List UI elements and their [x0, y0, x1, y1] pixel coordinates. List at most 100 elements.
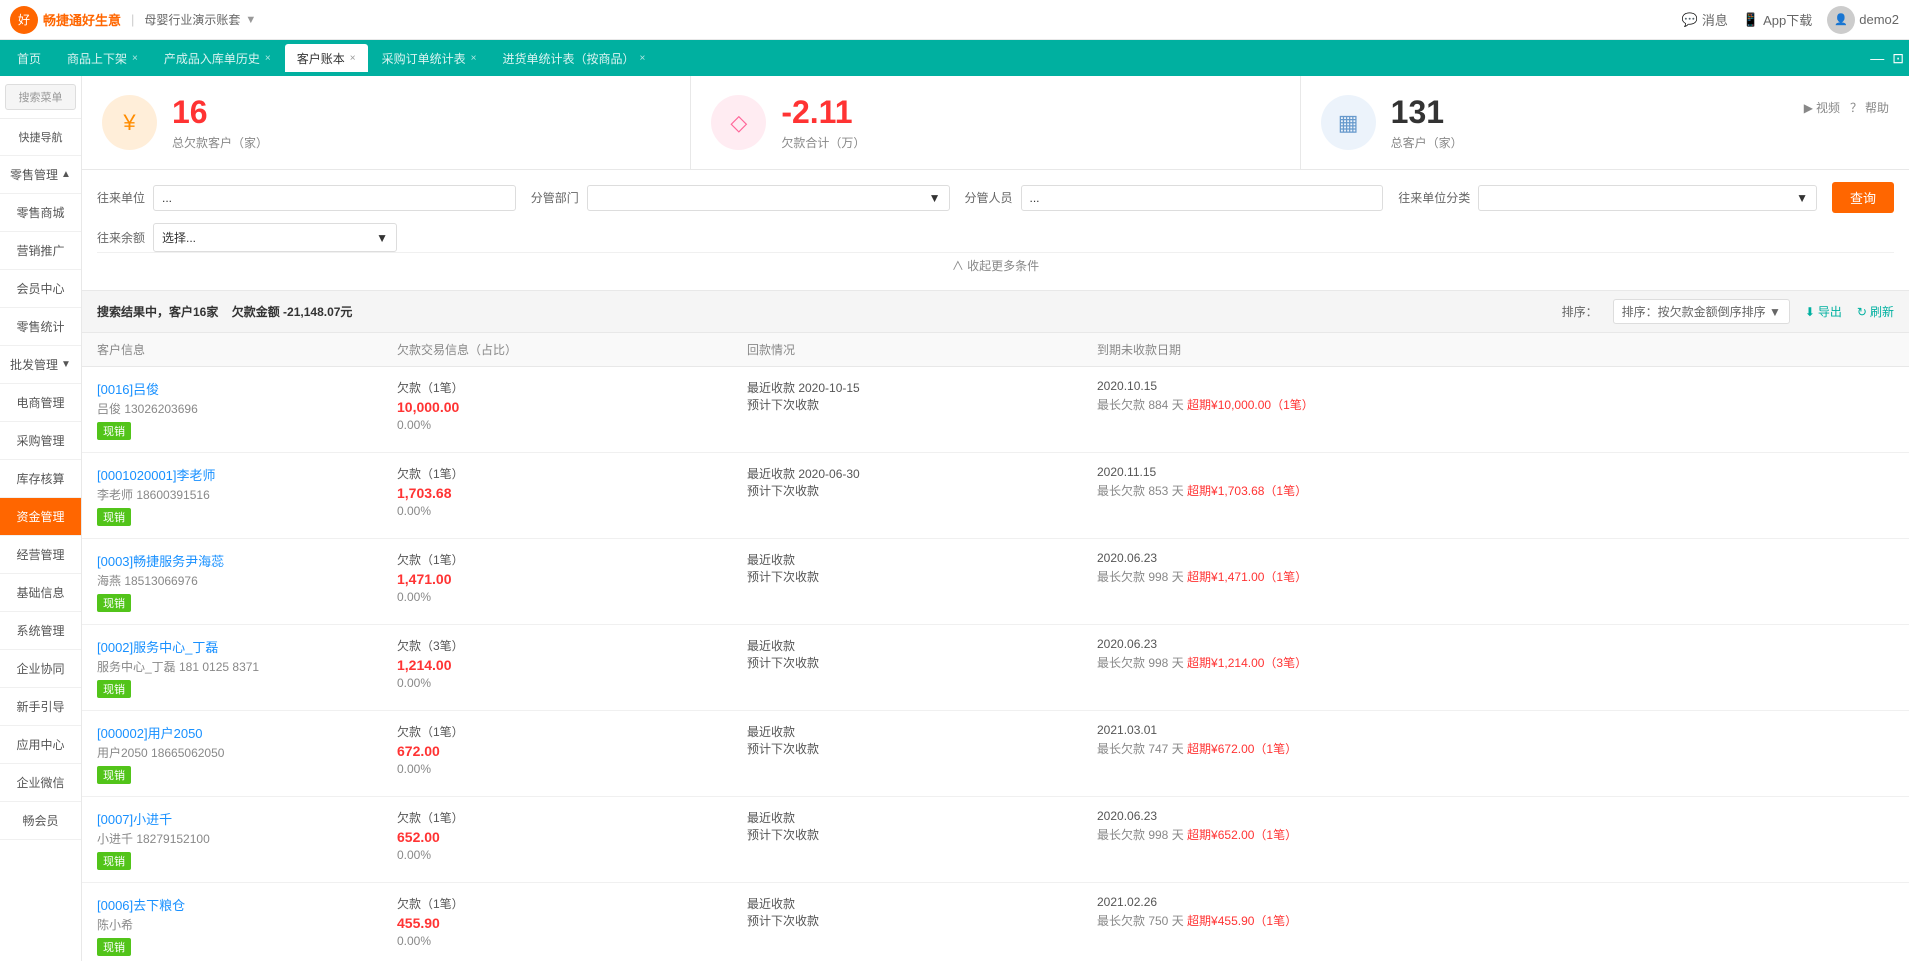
return-next-5: 预计下次收款 [747, 826, 1097, 843]
overdue-link-5[interactable]: 超期¥652.00（1笔） [1187, 828, 1297, 842]
logo-icon: 好 [10, 6, 38, 34]
tab-production-close[interactable]: × [265, 53, 271, 64]
sidebar-item-batch-mgmt[interactable]: 批发管理 ▼ [0, 346, 81, 384]
sort-select[interactable]: 排序：按欠款金额倒序排序 ▼ [1613, 299, 1790, 324]
tab-import[interactable]: 进货单统计表（按商品） × [490, 44, 657, 72]
overdue-info-1: 2020.11.15 最长欠款 853 天 超期¥1,703.68（1笔） [1097, 465, 1894, 499]
customer-tag-6: 现销 [97, 938, 131, 956]
debt-percent-5: 0.00% [397, 848, 747, 862]
export-btn[interactable]: ⬇ 导出 [1805, 303, 1842, 320]
source-unit-dots: ... [162, 191, 172, 205]
tab-expand-icon[interactable]: ⊡ [1892, 50, 1904, 67]
customer-name-5[interactable]: [0007]小进千 [97, 809, 397, 828]
overdue-link-6[interactable]: 超期¥455.90（1笔） [1187, 914, 1297, 928]
summary-card-amount: ◇ -2.11 欠款合计（万） [691, 76, 1300, 169]
overdue-days-text-1: 最长欠款 853 天 [1097, 484, 1184, 498]
person-dots: ... [1030, 191, 1040, 205]
debt-info-4: 欠款（1笔） 672.00 0.00% [397, 723, 747, 776]
tab-products-close[interactable]: × [132, 53, 138, 64]
overdue-link-3[interactable]: 超期¥1,214.00（3笔） [1187, 656, 1307, 670]
video-btn[interactable]: ▶ 视频 [1804, 99, 1840, 116]
unit-class-select[interactable]: ▼ [1478, 185, 1817, 211]
sidebar-item-basic-info[interactable]: 基础信息 [0, 574, 81, 612]
overdue-date-4: 2021.03.01 [1097, 723, 1894, 737]
sidebar-item-inventory[interactable]: 库存核算 [0, 460, 81, 498]
help-btn[interactable]: ？ 帮助 [1850, 99, 1889, 116]
debt-info-6: 欠款（1笔） 455.90 0.00% [397, 895, 747, 948]
chevron-down-icon-2: ▼ [61, 359, 71, 370]
return-latest-6: 最近收款 [747, 895, 1097, 912]
sidebar-item-system[interactable]: 系统管理 [0, 612, 81, 650]
sidebar-item-quick-nav[interactable]: 快捷导航 [0, 119, 81, 156]
tab-import-close[interactable]: × [639, 53, 645, 64]
tab-home[interactable]: 首页 [5, 44, 53, 72]
tab-customer[interactable]: 客户账本 × [285, 44, 368, 72]
export-icon: ⬇ [1805, 305, 1815, 319]
tab-purchase[interactable]: 采购订单统计表 × [370, 44, 489, 72]
person-label: 分管人员 [965, 189, 1013, 206]
source-unit-input[interactable]: ... [153, 185, 516, 211]
table-row: [0002]服务中心_丁磊 服务中心_丁磊 181 0125 8371 现销 欠… [82, 625, 1909, 711]
help-icon: ？ [1850, 99, 1862, 116]
balance-select[interactable]: 选择... ▼ [153, 223, 397, 252]
sidebar-item-app-center[interactable]: 应用中心 [0, 726, 81, 764]
customer-name-0[interactable]: [0016]吕俊 [97, 379, 397, 398]
sidebar-item-marketing[interactable]: 营销推广 [0, 232, 81, 270]
sidebar-item-guide[interactable]: 新手引导 [0, 688, 81, 726]
search-button[interactable]: 查询 [1832, 182, 1894, 213]
sidebar-item-purchase-mgmt[interactable]: 采购管理 [0, 422, 81, 460]
tab-minimize-icon[interactable]: — [1870, 50, 1884, 67]
person-input[interactable]: ... [1021, 185, 1384, 211]
customer-tag-1: 现销 [97, 508, 131, 526]
card-icon-amount: ◇ [711, 95, 766, 150]
sidebar-item-finance[interactable]: 资金管理 [0, 498, 81, 536]
customer-phone-6: 陈小希 [97, 916, 397, 933]
sidebar-item-retail-shop[interactable]: 零售商城 [0, 194, 81, 232]
return-latest-1: 最近收款 2020-06-30 [747, 465, 1097, 482]
company-select[interactable]: 母婴行业演示账套 [144, 11, 240, 28]
customer-info-2: [0003]畅捷服务尹海蕊 海燕 18513066976 现销 [97, 551, 397, 612]
dept-select[interactable]: ▼ [587, 185, 950, 211]
user-menu[interactable]: 👤 demo2 [1827, 6, 1899, 34]
overdue-link-1[interactable]: 超期¥1,703.68（1笔） [1187, 484, 1307, 498]
customer-name-1[interactable]: [0001020001]李老师 [97, 465, 397, 484]
customer-info-5: [0007]小进千 小进千 18279152100 现销 [97, 809, 397, 870]
search-menu-btn[interactable]: 搜索菜单 [5, 84, 76, 110]
sidebar-item-operations[interactable]: 经营管理 [0, 536, 81, 574]
overdue-info-0: 2020.10.15 最长欠款 884 天 超期¥10,000.00（1笔） [1097, 379, 1894, 413]
overdue-link-0[interactable]: 超期¥10,000.00（1笔） [1187, 398, 1314, 412]
tab-purchase-close[interactable]: × [471, 53, 477, 64]
refresh-btn[interactable]: ↻ 刷新 [1857, 303, 1894, 320]
table-header: 客户信息 欠款交易信息（占比） 回款情况 到期未收款日期 [82, 333, 1909, 367]
customer-phone-1: 李老师 18600391516 [97, 486, 397, 503]
customer-name-6[interactable]: [0006]去下粮仓 [97, 895, 397, 914]
sidebar-item-retail-stats[interactable]: 零售统计 [0, 308, 81, 346]
sidebar-item-ecommerce[interactable]: 电商管理 [0, 384, 81, 422]
overdue-link-4[interactable]: 超期¥672.00（1笔） [1187, 742, 1297, 756]
overdue-link-2[interactable]: 超期¥1,471.00（1笔） [1187, 570, 1307, 584]
customer-name-4[interactable]: [000002]用户2050 [97, 723, 397, 742]
message-btn[interactable]: 💬 消息 [1682, 10, 1728, 29]
overdue-date-1: 2020.11.15 [1097, 465, 1894, 479]
customer-name-3[interactable]: [0002]服务中心_丁磊 [97, 637, 397, 656]
sidebar-item-enterprise-wechat[interactable]: 企业微信 [0, 764, 81, 802]
app-icon: 📱 [1743, 12, 1759, 28]
summary-card-total: ▦ 131 总客户（家） ▶ 视频 ？ 帮助 [1301, 76, 1909, 169]
sort-value: 排序：按欠款金额倒序排序 [1622, 305, 1766, 319]
card-icon-total: ▦ [1321, 95, 1376, 150]
sidebar-item-vip-member[interactable]: 畅会员 [0, 802, 81, 840]
refresh-label: 刷新 [1870, 303, 1894, 320]
sidebar-item-member[interactable]: 会员中心 [0, 270, 81, 308]
tab-production[interactable]: 产成品入库单历史 × [152, 44, 283, 72]
customer-name-2[interactable]: [0003]畅捷服务尹海蕊 [97, 551, 397, 570]
app-download-btn[interactable]: 📱 App下载 [1743, 10, 1812, 29]
return-info-1: 最近收款 2020-06-30 预计下次收款 [747, 465, 1097, 499]
customer-info-4: [000002]用户2050 用户2050 18665062050 现销 [97, 723, 397, 784]
customer-tag-4: 现销 [97, 766, 131, 784]
tab-products[interactable]: 商品上下架 × [55, 44, 150, 72]
collapse-filter-btn[interactable]: ∧ 收起更多条件 [97, 252, 1894, 278]
sidebar-item-retail-mgmt[interactable]: 零售管理 ▲ [0, 156, 81, 194]
sidebar-item-enterprise-collab[interactable]: 企业协同 [0, 650, 81, 688]
tab-customer-close[interactable]: × [350, 53, 356, 64]
debt-amount-3: 1,214.00 [397, 657, 747, 673]
